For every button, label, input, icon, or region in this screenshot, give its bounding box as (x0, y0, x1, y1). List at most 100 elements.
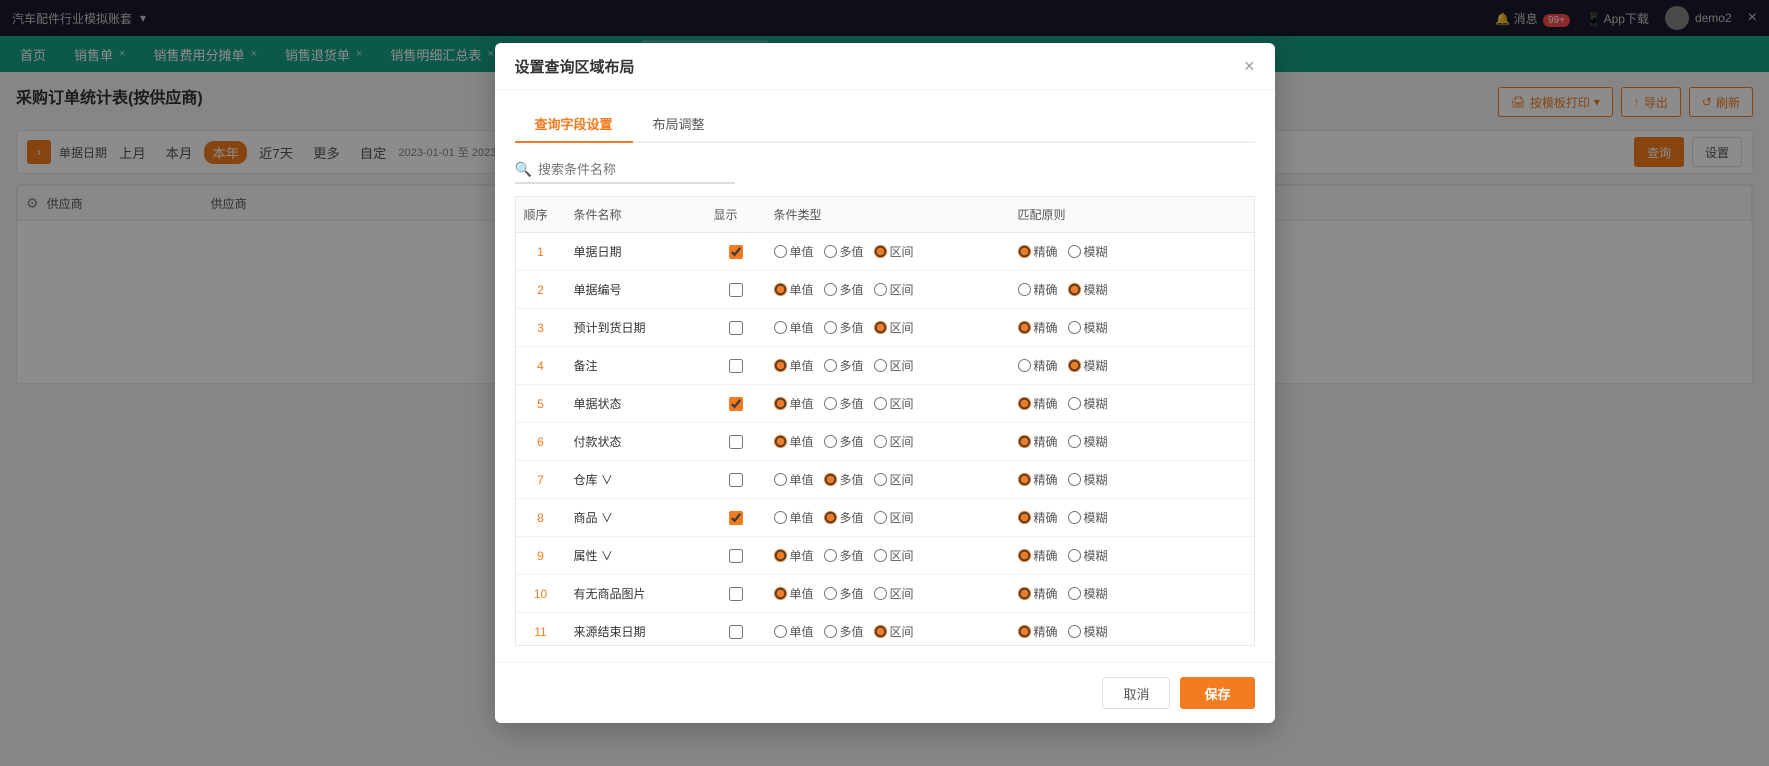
display-checkbox[interactable] (729, 473, 743, 487)
display-checkbox[interactable] (729, 587, 743, 601)
display-checkbox[interactable] (729, 511, 743, 525)
row-type: 单值 多值 区间 (766, 357, 1010, 374)
type-multi[interactable]: 多值 (824, 243, 864, 260)
match-fuzzy[interactable]: 模糊 (1068, 433, 1108, 450)
type-multi[interactable]: 多值 (824, 623, 864, 640)
header-match: 匹配原则 (1010, 206, 1254, 223)
type-multi[interactable]: 多值 (824, 433, 864, 450)
match-exact[interactable]: 精确 (1018, 623, 1058, 640)
row-name: 单据状态 (566, 395, 706, 412)
dialog-header: 设置查询区域布局 × (495, 43, 1275, 90)
type-multi[interactable]: 多值 (824, 357, 864, 374)
type-range[interactable]: 区间 (874, 585, 914, 602)
display-checkbox[interactable] (729, 359, 743, 373)
row-match: 精确 模糊 (1010, 623, 1254, 640)
row-seq: 11 (516, 625, 566, 639)
type-multi[interactable]: 多值 (824, 585, 864, 602)
table-row: 8 商品 ∨ 单值 多值 区间 (516, 499, 1254, 537)
match-fuzzy[interactable]: 模糊 (1068, 357, 1108, 374)
row-match: 精确 模糊 (1010, 281, 1254, 298)
match-fuzzy[interactable]: 模糊 (1068, 281, 1108, 298)
row-name: 来源结束日期 (566, 623, 706, 640)
type-single[interactable]: 单值 (774, 243, 814, 260)
type-single[interactable]: 单值 (774, 433, 814, 450)
match-exact[interactable]: 精确 (1018, 433, 1058, 450)
type-single[interactable]: 单值 (774, 623, 814, 640)
match-fuzzy[interactable]: 模糊 (1068, 319, 1108, 336)
match-exact[interactable]: 精确 (1018, 319, 1058, 336)
row-name: 付款状态 (566, 433, 706, 450)
row-type: 单值 多值 区间 (766, 471, 1010, 488)
dialog-close-button[interactable]: × (1244, 57, 1255, 75)
display-checkbox[interactable] (729, 283, 743, 297)
type-range[interactable]: 区间 (874, 281, 914, 298)
display-checkbox[interactable] (729, 397, 743, 411)
type-single[interactable]: 单值 (774, 585, 814, 602)
row-type: 单值 多值 区间 (766, 319, 1010, 336)
dialog: 设置查询区域布局 × 查询字段设置 布局调整 🔍 (495, 43, 1275, 723)
match-fuzzy[interactable]: 模糊 (1068, 547, 1108, 564)
match-fuzzy[interactable]: 模糊 (1068, 509, 1108, 526)
match-fuzzy[interactable]: 模糊 (1068, 395, 1108, 412)
display-checkbox[interactable] (729, 245, 743, 259)
type-range[interactable]: 区间 (874, 395, 914, 412)
match-exact[interactable]: 精确 (1018, 509, 1058, 526)
match-exact[interactable]: 精确 (1018, 395, 1058, 412)
type-single[interactable]: 单值 (774, 281, 814, 298)
match-exact[interactable]: 精确 (1018, 281, 1058, 298)
search-input[interactable] (538, 162, 718, 177)
table-row: 5 单据状态 单值 多值 区间 (516, 385, 1254, 423)
row-seq: 8 (516, 511, 566, 525)
table-row: 6 付款状态 单值 多值 区间 (516, 423, 1254, 461)
row-name: 属性 ∨ (566, 547, 706, 564)
tab-layout-adjust[interactable]: 布局调整 (633, 106, 725, 143)
type-multi[interactable]: 多值 (824, 319, 864, 336)
type-multi[interactable]: 多值 (824, 281, 864, 298)
match-exact[interactable]: 精确 (1018, 243, 1058, 260)
save-button[interactable]: 保存 (1180, 677, 1254, 709)
type-range[interactable]: 区间 (874, 243, 914, 260)
table-row: 9 属性 ∨ 单值 多值 区间 (516, 537, 1254, 575)
type-multi[interactable]: 多值 (824, 471, 864, 488)
type-range[interactable]: 区间 (874, 623, 914, 640)
type-single[interactable]: 单值 (774, 509, 814, 526)
row-seq: 7 (516, 473, 566, 487)
match-exact[interactable]: 精确 (1018, 357, 1058, 374)
match-fuzzy[interactable]: 模糊 (1068, 471, 1108, 488)
type-single[interactable]: 单值 (774, 319, 814, 336)
type-single[interactable]: 单值 (774, 395, 814, 412)
display-checkbox[interactable] (729, 321, 743, 335)
display-checkbox[interactable] (729, 549, 743, 563)
type-range[interactable]: 区间 (874, 547, 914, 564)
match-fuzzy[interactable]: 模糊 (1068, 623, 1108, 640)
match-fuzzy[interactable]: 模糊 (1068, 243, 1108, 260)
type-single[interactable]: 单值 (774, 357, 814, 374)
match-exact[interactable]: 精确 (1018, 547, 1058, 564)
row-seq: 9 (516, 549, 566, 563)
display-checkbox[interactable] (729, 435, 743, 449)
type-range[interactable]: 区间 (874, 433, 914, 450)
type-multi[interactable]: 多值 (824, 509, 864, 526)
row-display (706, 549, 766, 563)
match-exact[interactable]: 精确 (1018, 471, 1058, 488)
dialog-body: 查询字段设置 布局调整 🔍 顺序 条件名称 显示 条件类型 匹配原 (495, 90, 1275, 662)
type-multi[interactable]: 多值 (824, 547, 864, 564)
header-display: 显示 (706, 206, 766, 223)
dialog-title: 设置查询区域布局 (515, 56, 635, 77)
dialog-footer: 取消 保存 (495, 662, 1275, 723)
match-fuzzy[interactable]: 模糊 (1068, 585, 1108, 602)
type-single[interactable]: 单值 (774, 471, 814, 488)
type-multi[interactable]: 多值 (824, 395, 864, 412)
type-single[interactable]: 单值 (774, 547, 814, 564)
cancel-button[interactable]: 取消 (1102, 677, 1170, 709)
type-range[interactable]: 区间 (874, 471, 914, 488)
type-range[interactable]: 区间 (874, 357, 914, 374)
display-checkbox[interactable] (729, 625, 743, 639)
tab-query-fields[interactable]: 查询字段设置 (515, 106, 633, 143)
type-range[interactable]: 区间 (874, 319, 914, 336)
match-exact[interactable]: 精确 (1018, 585, 1058, 602)
type-range[interactable]: 区间 (874, 509, 914, 526)
row-display (706, 473, 766, 487)
row-match: 精确 模糊 (1010, 319, 1254, 336)
row-seq: 1 (516, 245, 566, 259)
